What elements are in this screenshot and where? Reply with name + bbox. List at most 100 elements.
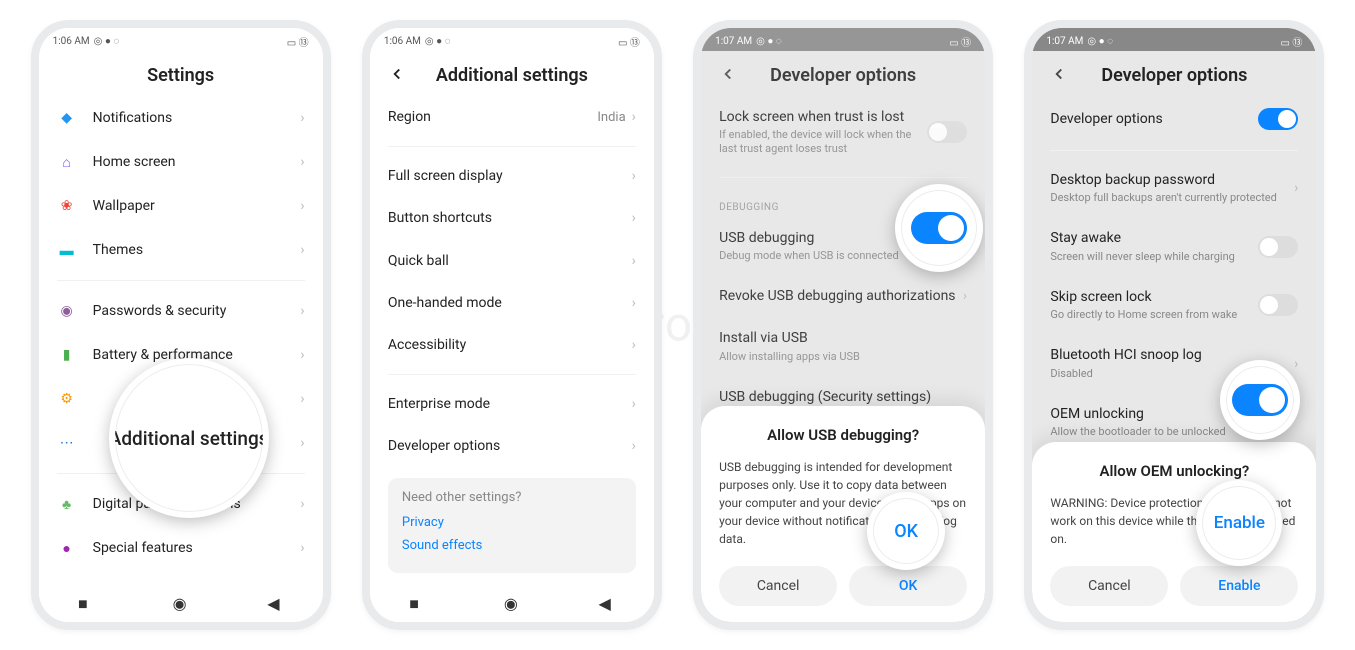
label: Accessibility <box>388 336 632 354</box>
row-themes[interactable]: ▬Themes› <box>57 228 305 272</box>
home-button[interactable]: ◉ <box>173 594 189 610</box>
label: Region <box>388 108 598 126</box>
oem-toggle-on[interactable] <box>1232 384 1288 416</box>
wallpaper-icon: ❀ <box>57 196 77 216</box>
recent-apps-button[interactable]: ■ <box>409 594 425 610</box>
status-signal-icon: ▭ ⑬ <box>287 34 309 49</box>
row-lock-screen-trust[interactable]: Lock screen when trust is lostIf enabled… <box>719 96 967 169</box>
zoom-ok-label: OK <box>894 521 918 542</box>
label: Home screen <box>93 153 301 171</box>
usb-toggle-on[interactable] <box>911 212 967 244</box>
dots-icon: ⋯ <box>57 433 77 453</box>
chevron-right-icon: › <box>300 540 304 556</box>
back-button[interactable]: ◀ <box>599 594 615 610</box>
row-button-shortcuts[interactable]: Button shortcuts› <box>388 197 636 239</box>
link-privacy[interactable]: Privacy <box>402 515 622 530</box>
divider <box>1050 150 1298 151</box>
zoom-highlight-enable: Enable <box>1196 480 1282 566</box>
label: Install via USB <box>719 329 967 347</box>
desc: Screen will never sleep while charging <box>1050 250 1258 264</box>
row-developer-options-toggle[interactable]: Developer options <box>1050 96 1298 142</box>
page-title: Additional settings <box>436 65 588 86</box>
row-stay-awake[interactable]: Stay awakeScreen will never sleep while … <box>1050 217 1298 275</box>
cancel-button[interactable]: Cancel <box>719 566 837 606</box>
label: Lock screen when trust is lost <box>719 108 927 126</box>
dialog-allow-usb-debugging: Allow USB debugging? USB debugging is in… <box>701 406 985 622</box>
status-time: 1:06 AM <box>384 36 421 47</box>
link-sound-effects[interactable]: Sound effects <box>402 538 622 553</box>
header: Additional settings <box>370 51 654 96</box>
chevron-right-icon: › <box>300 303 304 319</box>
row-accessibility[interactable]: Accessibility› <box>388 324 636 366</box>
chevron-right-icon: › <box>632 337 636 353</box>
dialog-title: Allow OEM unlocking? <box>1050 462 1298 480</box>
label: Wallpaper <box>93 197 301 215</box>
page-title: Developer options <box>770 65 916 86</box>
enable-button[interactable]: Enable <box>1180 566 1298 606</box>
phone-developer-options-usb: 1:07 AM◎ ● ◌ ▭ ⑬ Developer options Lock … <box>693 20 993 630</box>
back-button[interactable] <box>388 65 406 87</box>
row-home-screen[interactable]: ⌂Home screen› <box>57 140 305 184</box>
gear-icon: ⚙ <box>57 389 77 409</box>
phone-additional-settings: 1:06 AM◎ ● ◌ ▭ ⑬ Additional settings Reg… <box>362 20 662 630</box>
home-button[interactable]: ◉ <box>504 594 520 610</box>
label: Developer options <box>388 437 632 455</box>
cancel-button[interactable]: Cancel <box>1050 566 1168 606</box>
phone-developer-options-oem: 1:07 AM◎ ● ◌ ▭ ⑬ Developer options Devel… <box>1024 20 1324 630</box>
row-region[interactable]: RegionIndia› <box>388 96 636 138</box>
zoom-highlight-usb-toggle <box>895 184 983 272</box>
page-title: Developer options <box>1101 65 1247 86</box>
row-desktop-backup[interactable]: Desktop backup passwordDesktop full back… <box>1050 159 1298 217</box>
themes-icon: ▬ <box>57 240 77 260</box>
zoom-highlight-ok: OK <box>867 492 945 570</box>
label: Button shortcuts <box>388 209 632 227</box>
chevron-right-icon: › <box>632 168 636 184</box>
row-quick-ball[interactable]: Quick ball› <box>388 240 636 282</box>
row-notifications[interactable]: ◆Notifications› <box>57 96 305 140</box>
row-revoke-usb[interactable]: Revoke USB debugging authorizations› <box>719 275 967 317</box>
label: One-handed mode <box>388 294 632 312</box>
toggle-skip-lock[interactable] <box>1258 294 1298 316</box>
label: Developer options <box>1050 110 1258 128</box>
battery-icon: ▮ <box>57 345 77 365</box>
label: Enterprise mode <box>388 395 632 413</box>
chevron-right-icon: › <box>1294 356 1298 372</box>
ok-button[interactable]: OK <box>849 566 967 606</box>
chevron-right-icon: › <box>300 242 304 258</box>
row-enterprise-mode[interactable]: Enterprise mode› <box>388 383 636 425</box>
desc: Desktop full backups aren't currently pr… <box>1050 191 1294 205</box>
status-time: 1:06 AM <box>53 36 90 47</box>
status-signal-icon: ▭ ⑬ <box>949 34 971 49</box>
toggle-developer-options[interactable] <box>1258 108 1298 130</box>
region-value: India <box>597 110 625 125</box>
status-bar: 1:06 AM ◎ ● ◌ ▭ ⑬ <box>39 28 323 51</box>
back-button[interactable]: ◀ <box>267 594 283 610</box>
row-special-features[interactable]: ●Special features› <box>57 526 305 570</box>
info-prompt: Need other settings? <box>402 490 622 505</box>
row-skip-screen-lock[interactable]: Skip screen lockGo directly to Home scre… <box>1050 276 1298 334</box>
row-install-via-usb[interactable]: Install via USBAllow installing apps via… <box>719 317 967 375</box>
phone-settings: 1:06 AM◎ ● ◌ ▭ ⑬ Settings ◆Notifications… <box>31 20 331 630</box>
recent-apps-button[interactable]: ■ <box>78 594 94 610</box>
divider <box>388 146 636 147</box>
row-full-screen-display[interactable]: Full screen display› <box>388 155 636 197</box>
chevron-right-icon: › <box>632 396 636 412</box>
row-wallpaper[interactable]: ❀Wallpaper› <box>57 184 305 228</box>
label: Passwords & security <box>93 302 301 320</box>
row-one-handed-mode[interactable]: One-handed mode› <box>388 282 636 324</box>
toggle[interactable] <box>927 121 967 143</box>
status-notif-icon: ◎ ● ◌ <box>94 36 120 47</box>
chevron-right-icon: › <box>1294 180 1298 196</box>
bell-icon: ◆ <box>57 108 77 128</box>
status-bar: 1:06 AM◎ ● ◌ ▭ ⑬ <box>370 28 654 51</box>
chevron-right-icon: › <box>632 210 636 226</box>
back-button[interactable] <box>719 65 737 87</box>
toggle-stay-awake[interactable] <box>1258 236 1298 258</box>
row-passwords-security[interactable]: ◉Passwords & security› <box>57 289 305 333</box>
header: Developer options <box>1032 51 1316 96</box>
divider <box>57 280 305 281</box>
info-box: Need other settings? Privacy Sound effec… <box>388 478 636 573</box>
zoom-label: Additional settings <box>109 427 269 450</box>
row-developer-options[interactable]: Developer options› <box>388 425 636 467</box>
back-button[interactable] <box>1050 65 1068 87</box>
